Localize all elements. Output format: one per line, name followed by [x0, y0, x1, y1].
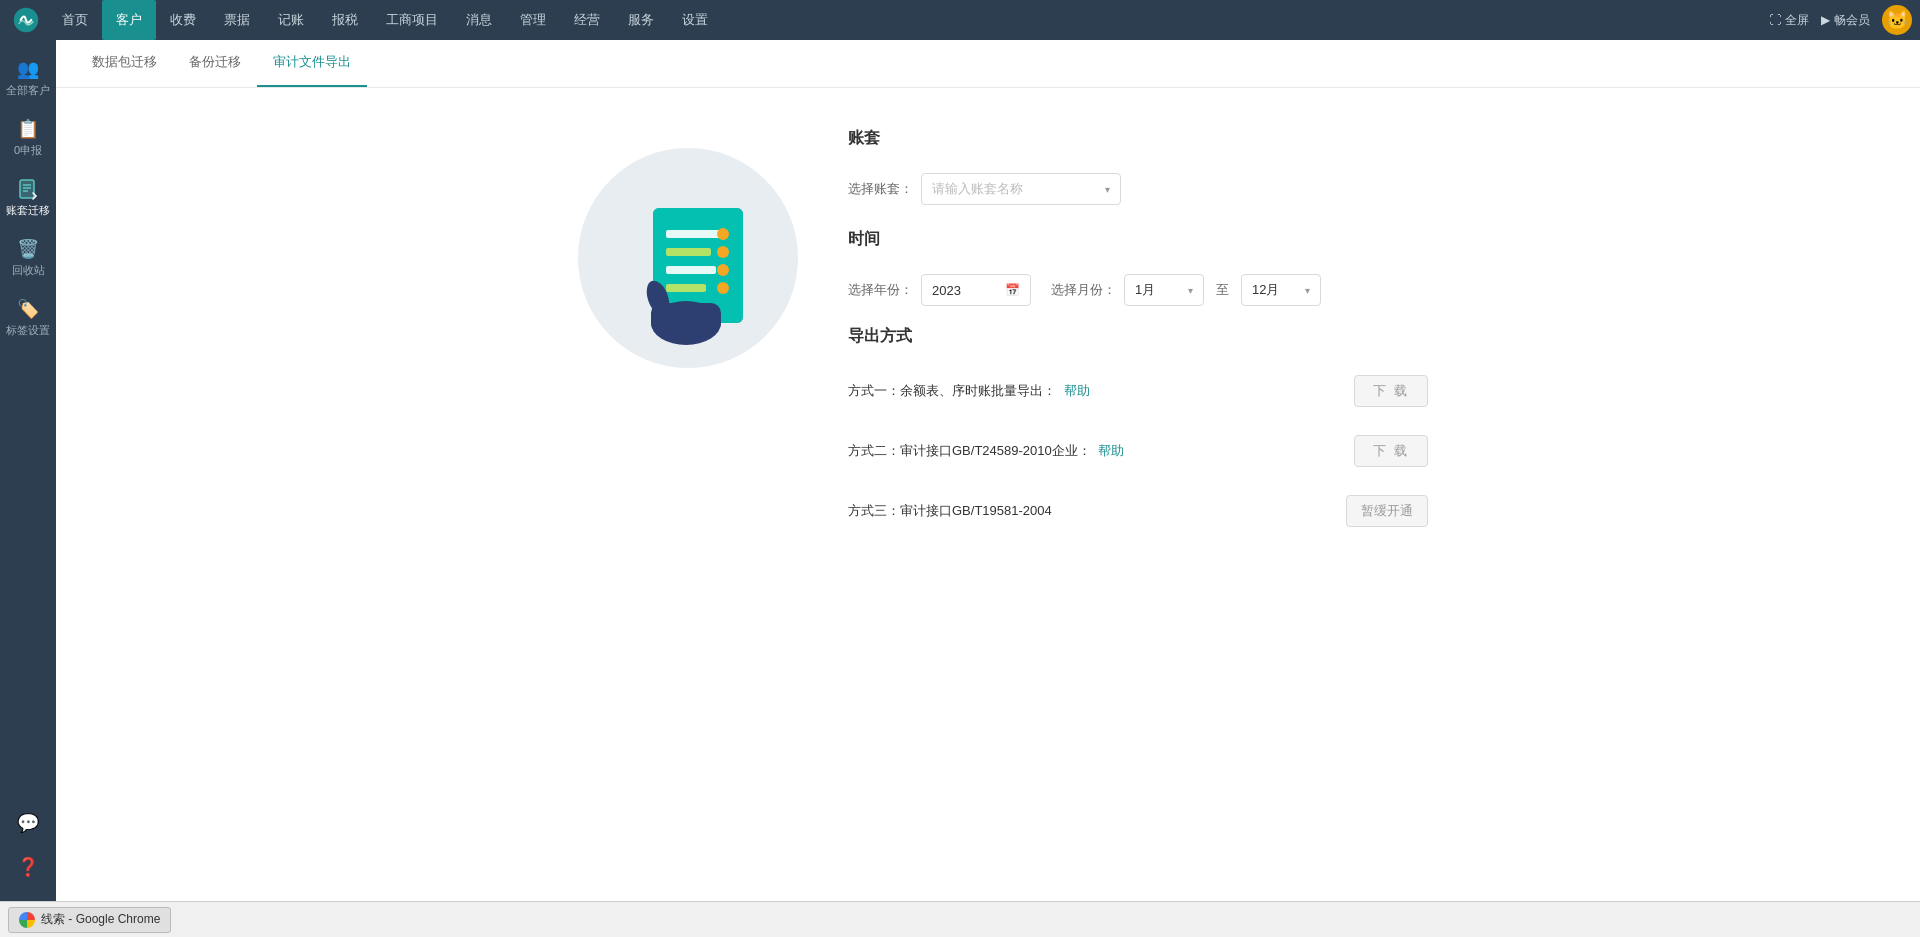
taskbar-chrome-item[interactable]: 线索 - Google Chrome — [8, 907, 171, 933]
sidebar-item-zero-declaration[interactable]: 📋 0申报 — [0, 108, 56, 168]
tag-settings-icon: 🏷️ — [17, 298, 39, 320]
account-select-placeholder: 请输入账套名称 — [932, 180, 1023, 198]
nav-items: 首页 客户 收费 票据 记账 报税 工商项目 消息 管理 经营 服务 设置 — [48, 0, 1769, 40]
taskbar-chrome-label: 线索 - Google Chrome — [41, 911, 160, 928]
svg-point-15 — [717, 282, 729, 294]
fullscreen-button[interactable]: ⛶ 全屏 — [1769, 12, 1809, 29]
chrome-icon — [19, 912, 35, 928]
end-month-select[interactable]: 12月 ▾ — [1241, 274, 1321, 306]
month-select-label: 选择月份： — [1051, 281, 1116, 299]
export-method-3: 方式三：审计接口GB/T19581-2004 暂缓开通 — [848, 495, 1428, 527]
nav-operation[interactable]: 经营 — [560, 0, 614, 40]
calendar-icon: 📅 — [1005, 283, 1020, 297]
top-nav-right: ⛶ 全屏 ▶ 畅会员 🐱 — [1769, 5, 1912, 35]
year-value: 2023 — [932, 283, 961, 298]
svg-rect-10 — [666, 266, 716, 274]
logo[interactable] — [8, 2, 44, 38]
fullscreen-icon: ⛶ — [1769, 13, 1781, 27]
content-area: 数据包迁移 备份迁移 审计文件导出 — [56, 40, 1920, 901]
sidebar-item-recycle-bin[interactable]: 🗑️ 回收站 — [0, 228, 56, 288]
account-select-chevron-icon: ▾ — [1105, 184, 1110, 195]
account-select-label: 选择账套： — [848, 180, 913, 198]
export-method-1-text: 方式一：余额表、序时账批量导出： 帮助 — [848, 382, 1346, 400]
export-method-2-download-button[interactable]: 下 载 — [1354, 435, 1428, 467]
sidebar-item-tag-settings[interactable]: 🏷️ 标签设置 — [0, 288, 56, 348]
nav-service[interactable]: 服务 — [614, 0, 668, 40]
svg-rect-9 — [666, 248, 711, 256]
nav-invoice[interactable]: 票据 — [210, 0, 264, 40]
export-method-2-help-link[interactable]: 帮助 — [1098, 443, 1124, 458]
time-separator: 至 — [1212, 281, 1233, 299]
svg-point-12 — [717, 228, 729, 240]
tab-data-migration[interactable]: 数据包迁移 — [76, 40, 173, 87]
nav-tax[interactable]: 报税 — [318, 0, 372, 40]
vip-button[interactable]: ▶ 畅会员 — [1821, 12, 1870, 29]
taskbar: 线索 - Google Chrome — [0, 901, 1920, 937]
nav-settings[interactable]: 设置 — [668, 0, 722, 40]
account-select-row: 选择账套： 请输入账套名称 ▾ — [848, 173, 1428, 205]
year-input[interactable]: 2023 📅 — [921, 274, 1031, 306]
main-layout: 👥 全部客户 📋 0申报 账套迁移 🗑️ 回收站 — [0, 40, 1920, 901]
help-icon: ❓ — [17, 856, 39, 878]
nav-fees[interactable]: 收费 — [156, 0, 210, 40]
tab-backup-migration[interactable]: 备份迁移 — [173, 40, 257, 87]
export-method-1: 方式一：余额表、序时账批量导出： 帮助 下 载 — [848, 375, 1428, 407]
nav-business[interactable]: 工商项目 — [372, 0, 452, 40]
time-row: 选择年份： 2023 📅 选择月份： 1月 ▾ 至 12月 ▾ — [848, 274, 1428, 306]
sidebar: 👥 全部客户 📋 0申报 账套迁移 🗑️ 回收站 — [0, 40, 56, 901]
svg-rect-11 — [666, 284, 706, 292]
svg-point-14 — [717, 264, 729, 276]
recycle-bin-icon: 🗑️ — [17, 238, 39, 260]
chat-icon: 💬 — [17, 812, 39, 834]
export-method-1-help-link[interactable]: 帮助 — [1064, 383, 1090, 398]
page-body: 账套 选择账套： 请输入账套名称 ▾ 时间 选择年份： 2023 📅 — [56, 88, 1920, 901]
nav-home[interactable]: 首页 — [48, 0, 102, 40]
nav-manage[interactable]: 管理 — [506, 0, 560, 40]
export-method-3-text: 方式三：审计接口GB/T19581-2004 — [848, 502, 1338, 520]
export-method-1-download-button[interactable]: 下 载 — [1354, 375, 1428, 407]
export-method-2: 方式二：审计接口GB/T24589-2010企业： 帮助 下 载 — [848, 435, 1428, 467]
svg-rect-1 — [20, 180, 34, 198]
all-customers-icon: 👥 — [17, 58, 39, 80]
sidebar-item-account-migration[interactable]: 账套迁移 — [0, 168, 56, 228]
start-month-value: 1月 — [1135, 281, 1155, 299]
export-method-2-text: 方式二：审计接口GB/T24589-2010企业： 帮助 — [848, 442, 1346, 460]
svg-point-13 — [717, 246, 729, 258]
nav-customer[interactable]: 客户 — [102, 0, 156, 40]
zero-declaration-icon: 📋 — [17, 118, 39, 140]
time-section-title: 时间 — [848, 229, 1428, 258]
tab-audit-export[interactable]: 审计文件导出 — [257, 40, 367, 87]
account-select[interactable]: 请输入账套名称 ▾ — [921, 173, 1121, 205]
export-method-3-coming-soon-button[interactable]: 暂缓开通 — [1346, 495, 1428, 527]
top-navigation: 首页 客户 收费 票据 记账 报税 工商项目 消息 管理 经营 服务 设置 ⛶ … — [0, 0, 1920, 40]
sidebar-bottom: 💬 ❓ — [0, 805, 56, 901]
sidebar-chat-button[interactable]: 💬 — [0, 805, 56, 841]
sidebar-item-all-customers[interactable]: 👥 全部客户 — [0, 48, 56, 108]
tab-bar: 数据包迁移 备份迁移 审计文件导出 — [56, 40, 1920, 88]
account-section-title: 账套 — [848, 128, 1428, 157]
account-migration-icon — [17, 178, 39, 200]
svg-rect-8 — [666, 230, 721, 238]
export-section-title: 导出方式 — [848, 326, 1428, 355]
illustration-side — [548, 148, 828, 368]
form-side: 账套 选择账套： 请输入账套名称 ▾ 时间 选择年份： 2023 📅 — [828, 128, 1428, 555]
end-month-chevron-icon: ▾ — [1305, 285, 1310, 296]
year-select-label: 选择年份： — [848, 281, 913, 299]
illustration-circle — [578, 148, 798, 368]
nav-message[interactable]: 消息 — [452, 0, 506, 40]
start-month-chevron-icon: ▾ — [1188, 285, 1193, 296]
start-month-select[interactable]: 1月 ▾ — [1124, 274, 1204, 306]
nav-bookkeeping[interactable]: 记账 — [264, 0, 318, 40]
vip-icon: ▶ — [1821, 13, 1830, 27]
sidebar-help-button[interactable]: ❓ — [0, 849, 56, 885]
avatar[interactable]: 🐱 — [1882, 5, 1912, 35]
end-month-value: 12月 — [1252, 281, 1279, 299]
